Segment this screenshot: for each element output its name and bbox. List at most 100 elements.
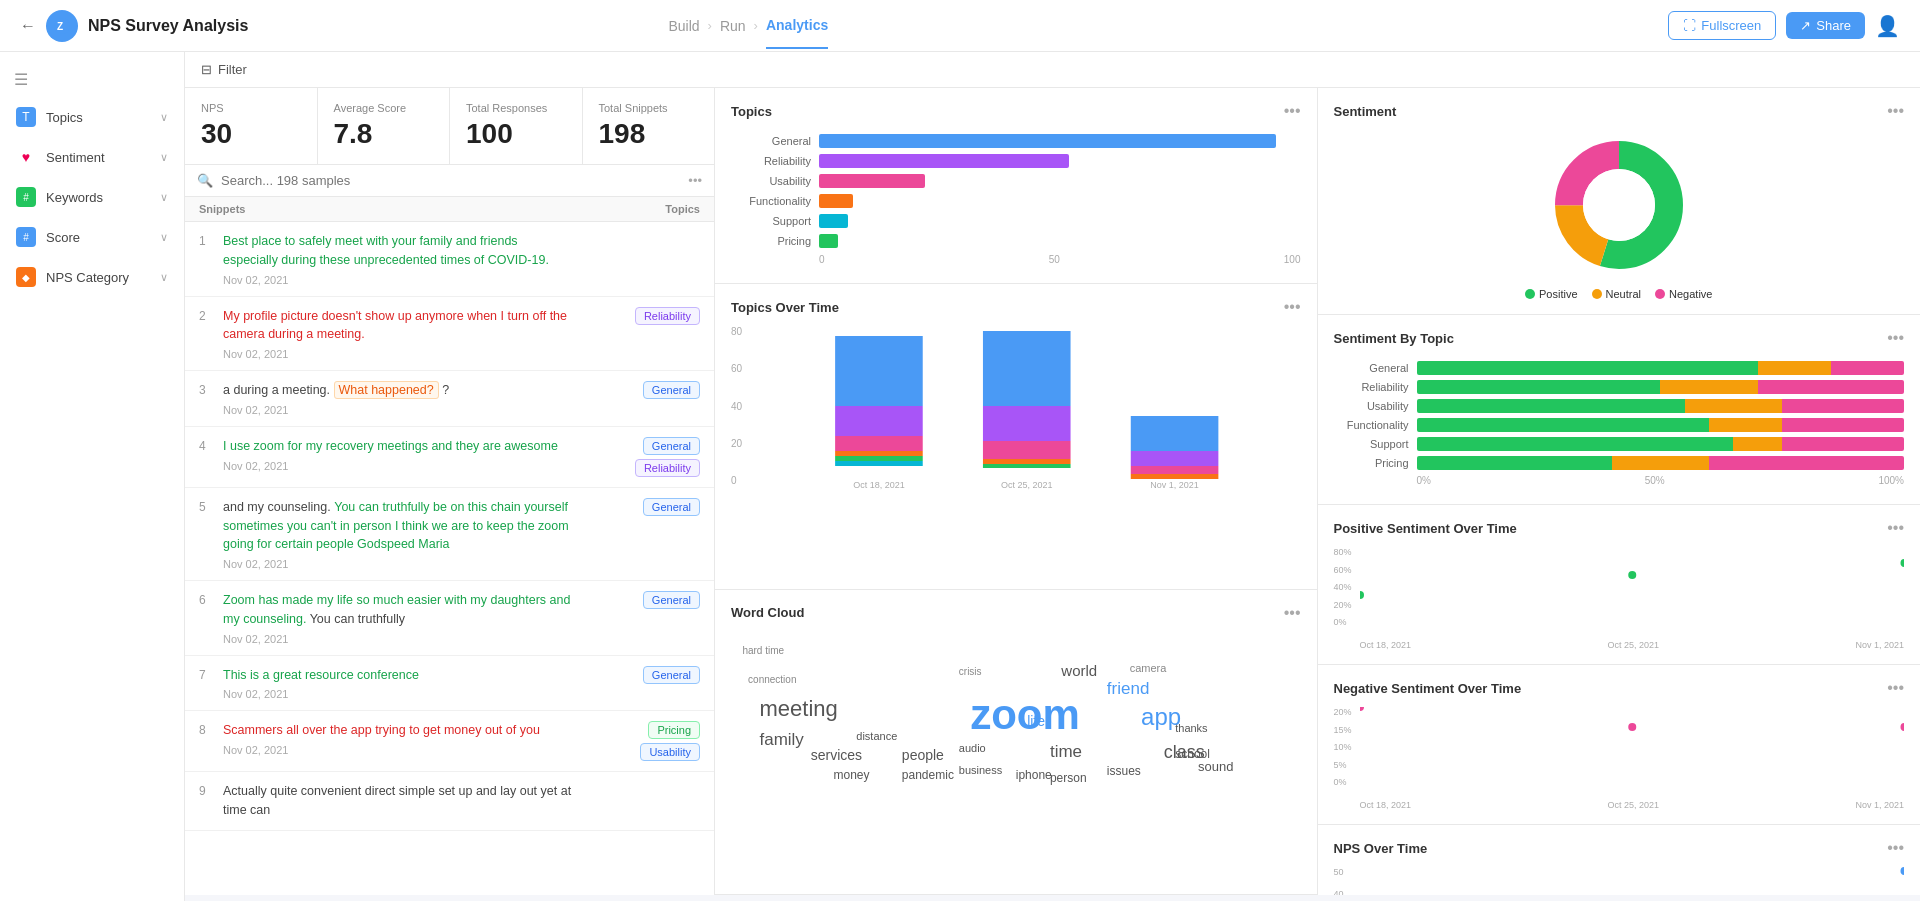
word-iphone[interactable]: iphone — [1016, 768, 1052, 782]
nps-over-time-card: NPS Over Time ••• 50 40 30 20 10 0 — [1318, 825, 1921, 895]
topic-reliability-row: Reliability — [731, 154, 1301, 168]
snippets-panel: NPS 30 Average Score 7.8 Total Responses… — [185, 88, 715, 895]
sbt-more-button[interactable]: ••• — [1887, 329, 1904, 347]
back-button[interactable]: ← — [20, 17, 36, 35]
stat-responses-value: 100 — [466, 118, 566, 150]
word-pandemic[interactable]: pandemic — [902, 768, 954, 782]
snippets-list: 1 Best place to safely meet with your fa… — [185, 222, 714, 895]
topic-support-bar — [819, 214, 848, 228]
tag-general: General — [643, 381, 700, 399]
sidebar-item-sentiment[interactable]: ♥ Sentiment ∨ — [0, 137, 184, 177]
user-icon[interactable]: 👤 — [1875, 14, 1900, 38]
positive-sentiment-card: Positive Sentiment Over Time ••• 80% 60%… — [1318, 505, 1921, 665]
share-button[interactable]: ↗ Share — [1786, 12, 1865, 39]
word-cloud-more[interactable]: ••• — [1284, 604, 1301, 622]
keywords-icon: # — [16, 187, 36, 207]
svg-rect-6 — [835, 456, 923, 461]
donut-svg — [1544, 130, 1694, 280]
sidebar-label-topics: Topics — [46, 110, 83, 125]
topic-pricing-bar — [819, 234, 838, 248]
word-school[interactable]: school — [1175, 747, 1210, 761]
svg-rect-15 — [1131, 466, 1219, 474]
sentiment-more-button[interactable]: ••• — [1887, 102, 1904, 120]
svg-rect-10 — [983, 441, 1071, 459]
sidebar-item-nps-category[interactable]: ◆ NPS Category ∨ — [0, 257, 184, 297]
negative-sentiment-title: Negative Sentiment Over Time — [1334, 681, 1522, 696]
main-layout: ☰ T Topics ∨ ♥ Sentiment ∨ # Keywords ∨ — [0, 52, 1920, 901]
nav-build[interactable]: Build — [668, 18, 699, 34]
sentiment-by-topic-card: Sentiment By Topic ••• General — [1318, 315, 1921, 505]
word-issues[interactable]: issues — [1107, 764, 1141, 778]
topic-support-row: Support — [731, 214, 1301, 228]
word-distance[interactable]: distance — [856, 730, 897, 742]
word-time[interactable]: time — [1050, 742, 1082, 762]
topic-functionality-row: Functionality — [731, 194, 1301, 208]
nps-icon: ◆ — [16, 267, 36, 287]
more-icon[interactable]: ••• — [688, 173, 702, 188]
positive-more-button[interactable]: ••• — [1887, 519, 1904, 537]
word-services[interactable]: services — [811, 747, 862, 763]
topic-general-bar — [819, 134, 1276, 148]
list-item: 5 and my counseling. You can truthfully … — [185, 488, 714, 581]
word-crisis[interactable]: crisis — [959, 666, 982, 677]
word-business[interactable]: business — [959, 764, 1002, 776]
sentiment-chart-title: Sentiment — [1334, 104, 1397, 119]
search-input[interactable] — [221, 173, 680, 188]
stat-snippets-value: 198 — [599, 118, 699, 150]
sentiment-chart-card: Sentiment ••• — [1318, 88, 1921, 315]
topic-reliability-bar — [819, 154, 1069, 168]
positive-sentiment-title: Positive Sentiment Over Time — [1334, 521, 1517, 536]
nps-more-button[interactable]: ••• — [1887, 839, 1904, 857]
filter-button[interactable]: ⊟ Filter — [201, 62, 247, 77]
stacked-bar-chart: General Reliability — [1334, 357, 1905, 490]
word-life[interactable]: life — [1027, 713, 1045, 729]
word-person[interactable]: person — [1050, 771, 1087, 785]
tag-general: General — [643, 666, 700, 684]
svg-text:Z: Z — [57, 21, 63, 32]
tag-reliability: Reliability — [635, 307, 700, 325]
word-friend[interactable]: friend — [1107, 679, 1150, 699]
word-zoom[interactable]: zoom — [970, 691, 1080, 739]
sidebar-item-score[interactable]: # Score ∨ — [0, 217, 184, 257]
word-audio[interactable]: audio — [959, 742, 986, 754]
word-sound[interactable]: sound — [1198, 759, 1233, 774]
topics-over-time-more[interactable]: ••• — [1284, 298, 1301, 316]
sentiment-donut: Positive Neutral Negative — [1334, 130, 1905, 300]
word-hardtime[interactable]: hard time — [742, 645, 784, 656]
stacked-reliability: Reliability — [1334, 380, 1905, 394]
header-left: ← Z NPS Survey Analysis — [20, 10, 248, 42]
search-icon: 🔍 — [197, 173, 213, 188]
stat-total-responses: Total Responses 100 — [450, 88, 583, 164]
word-money[interactable]: money — [834, 768, 870, 782]
nav-run[interactable]: Run — [720, 18, 746, 34]
word-camera[interactable]: camera — [1130, 662, 1167, 674]
sidebar-item-keywords[interactable]: # Keywords ∨ — [0, 177, 184, 217]
word-world[interactable]: world — [1061, 662, 1097, 679]
sidebar-collapse-button[interactable]: ☰ — [0, 62, 184, 97]
topics-chart-card: Topics ••• General Reliability — [715, 88, 1317, 284]
fullscreen-button[interactable]: ⛶ Fullscreen — [1668, 11, 1776, 40]
stacked-support: Support — [1334, 437, 1905, 451]
positive-sentiment-svg — [1360, 547, 1905, 637]
topics-more-button[interactable]: ••• — [1284, 102, 1301, 120]
neutral-dot — [1592, 289, 1602, 299]
word-thanks[interactable]: thanks — [1175, 722, 1207, 734]
topics-chart-title: Topics — [731, 104, 772, 119]
word-connection[interactable]: connection — [748, 674, 796, 685]
header: ← Z NPS Survey Analysis Build › Run › An… — [0, 0, 1920, 52]
stat-total-snippets: Total Snippets 198 — [583, 88, 715, 164]
svg-text:Oct 18, 2021: Oct 18, 2021 — [853, 480, 905, 490]
word-family[interactable]: family — [759, 730, 803, 750]
nav-analytics[interactable]: Analytics — [766, 17, 828, 49]
sidebar-item-topics[interactable]: T Topics ∨ — [0, 97, 184, 137]
negative-more-button[interactable]: ••• — [1887, 679, 1904, 697]
positive-dot — [1525, 289, 1535, 299]
negative-sentiment-svg — [1360, 707, 1905, 797]
nps-over-time-svg — [1356, 867, 1905, 895]
word-people[interactable]: people — [902, 747, 944, 763]
stat-snippets-label: Total Snippets — [599, 102, 699, 114]
list-item: 1 Best place to safely meet with your fa… — [185, 222, 714, 297]
svg-rect-13 — [1131, 416, 1219, 451]
word-meeting[interactable]: meeting — [759, 696, 837, 722]
topics-over-time-chart: 80 60 40 20 0 — [731, 326, 1301, 516]
